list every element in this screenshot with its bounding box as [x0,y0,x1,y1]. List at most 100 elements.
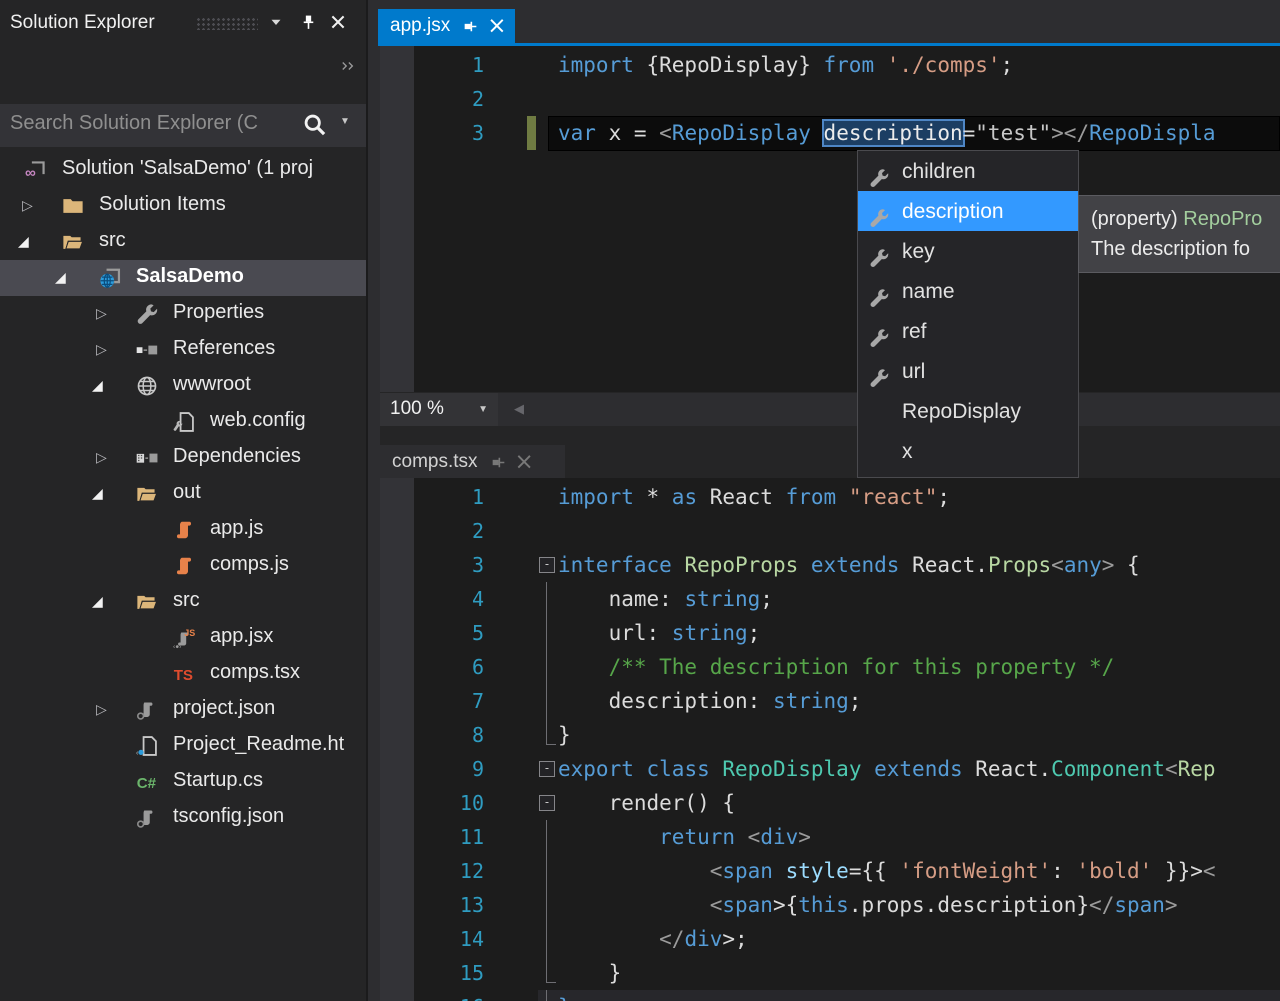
code-line[interactable]: 1import * as React from "react"; [380,480,1280,514]
code-line[interactable]: 9-export class RepoDisplay extends React… [380,752,1280,786]
code-token: /** The description for this property */ [558,655,1114,679]
tree-item-label: app.js [210,517,263,540]
tree-item-dependencies[interactable]: ▷Dependencies [0,440,366,476]
tree-item-out[interactable]: ◢out [0,476,366,512]
tree-item-web-config[interactable]: web.config [0,404,366,440]
close-tab-icon[interactable]: × [487,16,506,36]
close-button[interactable] [324,8,352,36]
code-token: name: [558,587,684,611]
code-line[interactable]: 15 } [380,956,1280,990]
completion-item-description[interactable]: description [858,191,1078,231]
tree-item-app-jsx[interactable]: JS‹●›app.jsx [0,620,366,656]
code-token: > [798,825,811,849]
code-line[interactable]: 5 url: string; [380,616,1280,650]
completion-item-x[interactable]: x [858,431,1078,471]
tree-item-comps-js[interactable]: comps.js [0,548,366,584]
fold-guide [546,718,547,745]
editor-comps-tsx[interactable]: 1import * as React from "react";23-inter… [380,478,1280,1001]
expand-arrow-icon[interactable]: ▷ [22,197,33,214]
tree-item-startup-cs[interactable]: C#Startup.cs [0,764,366,800]
completion-item-name[interactable]: name [858,271,1078,311]
search-box[interactable]: Search Solution Explorer (C ▼ [0,104,366,147]
collapse-arrow-icon[interactable]: ◢ [92,377,103,394]
tree-item-project-readme-ht[interactable]: ‹ ›Project_Readme.ht [0,728,366,764]
code-line[interactable]: 13 <span>{this.props.description}</span> [380,888,1280,922]
code-line[interactable]: 12 <span style={{ 'fontWeight': 'bold' }… [380,854,1280,888]
tree-item-comps-tsx[interactable]: TScomps.tsx [0,656,366,692]
scroll-left-arrow-icon[interactable]: ◀ [514,401,524,417]
code-token [710,757,723,781]
expand-arrow-icon[interactable]: ▷ [96,449,107,466]
code-line[interactable]: 6 /** The description for this property … [380,650,1280,684]
code-line[interactable]: 3var x = <RepoDisplay description="test"… [380,116,1280,150]
expand-arrow-icon[interactable]: ▷ [96,305,107,322]
code-line[interactable]: 8} [380,718,1280,752]
collapse-arrow-icon[interactable]: ◢ [18,233,29,250]
tree-item-wwwroot[interactable]: ◢wwwroot [0,368,366,404]
tooltip-symbol: RepoPro [1183,208,1262,230]
completion-item-url[interactable]: url [858,351,1078,391]
close-tab-icon[interactable]: × [515,452,534,472]
code-line[interactable]: 11 return <div> [380,820,1280,854]
completion-item-ref[interactable]: ref [858,311,1078,351]
tree-item-src[interactable]: ◢src [0,584,366,620]
code-token: './comps' [887,53,1001,77]
toolbar-overflow-button[interactable] [336,48,360,84]
pin-button[interactable] [294,8,322,36]
search-icon[interactable] [302,112,328,143]
wrench-icon [136,303,158,325]
code-line[interactable]: 14 </div>; [380,922,1280,956]
fold-guide-end [546,982,556,983]
code-token: url: [558,621,672,645]
collapse-arrow-icon[interactable]: ◢ [92,593,103,610]
pin-tab-icon[interactable] [462,18,479,35]
code-line[interactable]: 10- render() { [380,786,1280,820]
tree-item-properties[interactable]: ▷Properties [0,296,366,332]
code-token: ; [849,689,862,713]
tab-app-jsx[interactable]: app.jsx × [378,9,515,43]
tree-item-project-json[interactable]: ▷project.json [0,692,366,728]
completion-item-key[interactable]: key [858,231,1078,271]
window-position-button[interactable] [262,8,290,36]
code-line[interactable]: 7 description: string; [380,684,1280,718]
code-line[interactable]: 3-interface RepoProps extends React.Prop… [380,548,1280,582]
code-token: { [1114,553,1139,577]
line-number: 8 [380,718,484,752]
collapse-arrow-icon[interactable]: ◢ [55,269,66,286]
fold-collapse-icon[interactable]: - [539,557,555,573]
tree-item-app-js[interactable]: app.js [0,512,366,548]
completion-item-children[interactable]: children [858,151,1078,191]
code-token: export [558,757,634,781]
pin-tab-icon[interactable] [490,454,507,471]
completion-item-repodisplay[interactable]: RepoDisplay [858,391,1078,431]
collapse-arrow-icon[interactable]: ◢ [92,485,103,502]
fold-collapse-icon[interactable]: - [539,795,555,811]
tree-item-references[interactable]: ▷References [0,332,366,368]
tree-item-tsconfig-json[interactable]: tsconfig.json [0,800,366,836]
expand-arrow-icon[interactable]: ▷ [96,701,107,718]
tree-item-salsademo[interactable]: ◢SalsaDemo [0,260,366,296]
code-token: RepoDisplay [672,121,811,145]
zoom-level-select[interactable]: 100 % ▼ [380,393,498,426]
code-line[interactable]: 2 [380,514,1280,548]
html-file-icon: ‹ › [136,735,158,757]
search-options-chevron-icon[interactable]: ▼ [340,116,350,127]
code-line[interactable]: 1import {RepoDisplay} from './comps'; [380,48,1280,82]
completion-item-label: ref [902,320,927,343]
code-text: interface RepoProps extends React.Props<… [558,548,1140,582]
search-input[interactable]: Search Solution Explorer (C [10,112,298,135]
svg-text:‹●›: ‹●› [173,643,181,649]
expand-arrow-icon[interactable]: ▷ [96,341,107,358]
tree-item-src[interactable]: ◢src [0,224,366,260]
tree-item-solution-salsademo-1-proj[interactable]: ∞Solution 'SalsaDemo' (1 proj [0,152,366,188]
tab-comps-tsx[interactable]: comps.tsx × [380,445,565,479]
fold-guide [546,888,547,922]
code-line[interactable]: 4 name: string; [380,582,1280,616]
code-token [811,121,824,145]
svg-text:∞: ∞ [25,165,36,181]
code-line[interactable]: 16} [380,990,1280,1001]
panel-drag-grip-icon[interactable] [196,17,258,30]
code-line[interactable]: 2 [380,82,1280,116]
fold-collapse-icon[interactable]: - [539,761,555,777]
tree-item-solution-items[interactable]: ▷Solution Items [0,188,366,224]
